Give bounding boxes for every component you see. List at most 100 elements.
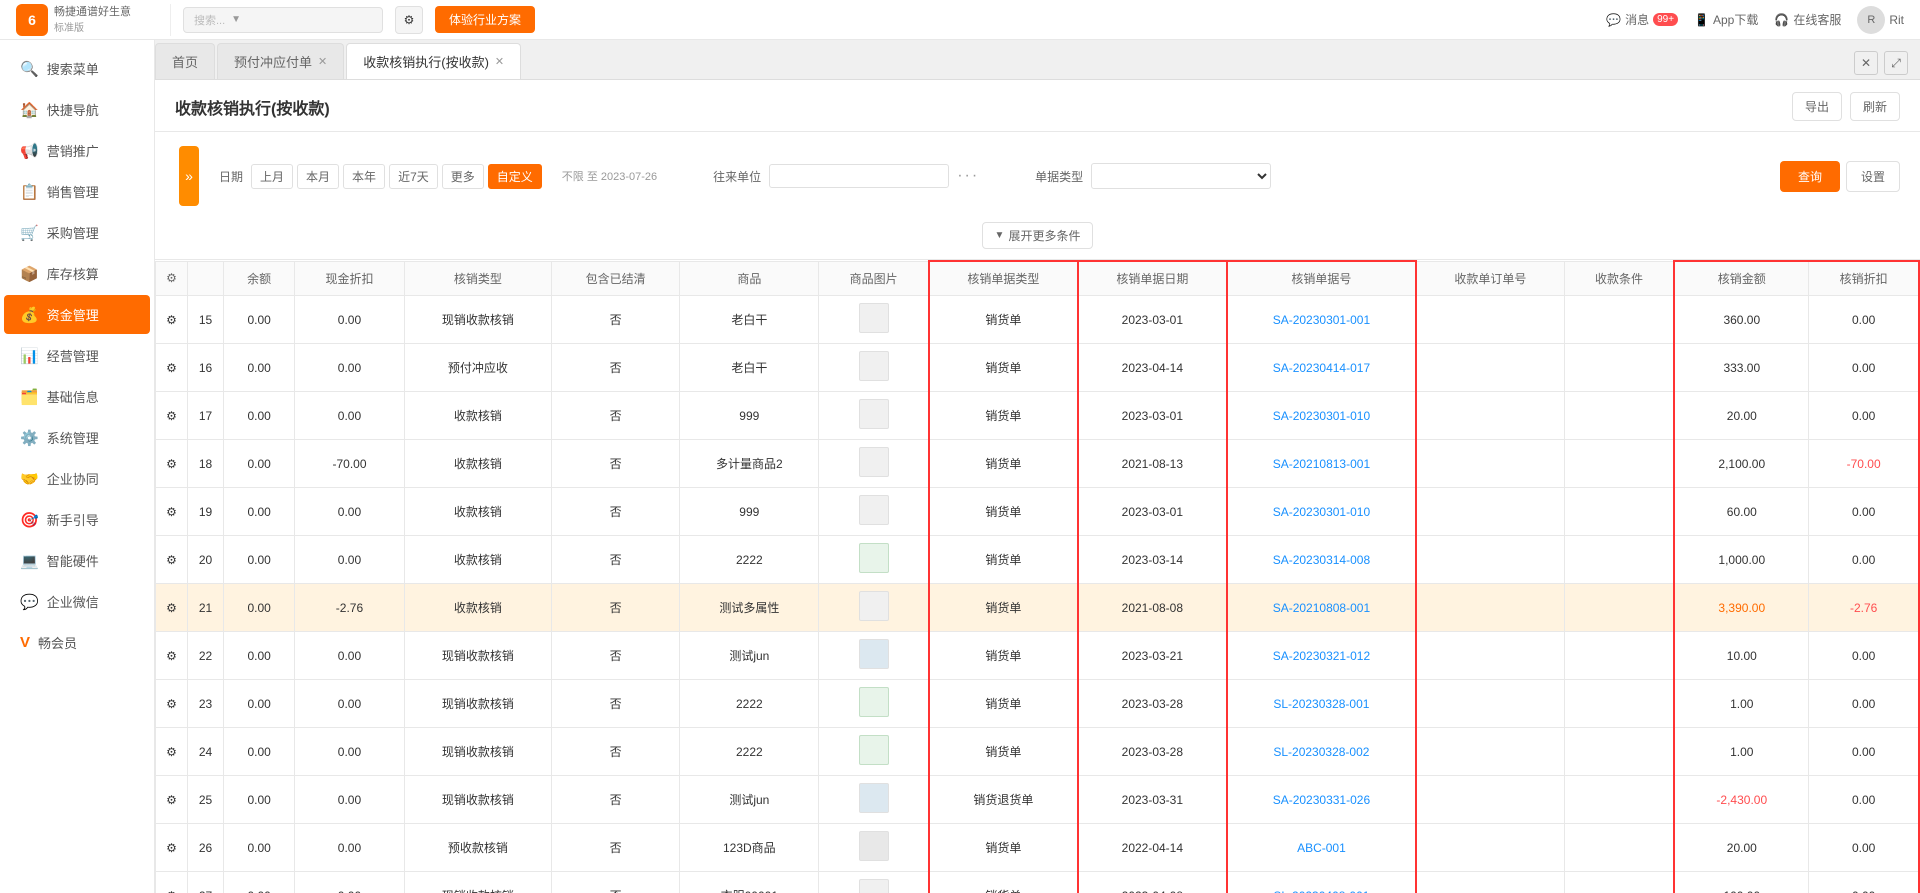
tab-prepay[interactable]: 预付冲应付单 ✕ (217, 43, 344, 79)
billtype-filter-group: 单据类型 (1035, 163, 1271, 189)
sidebar-item-mgmt[interactable]: 📊 经营管理 (4, 336, 150, 375)
nuclear-bill-link[interactable]: SA-20210808-001 (1273, 601, 1370, 615)
nuclear-bill-link[interactable]: SA-20210813-001 (1273, 457, 1370, 471)
gear-cell[interactable]: ⚙ (156, 680, 188, 728)
app-download-btn[interactable]: 📱 App下载 (1694, 11, 1758, 28)
nuclear-bill-link[interactable]: SA-20230321-012 (1273, 649, 1370, 663)
gear-cell[interactable]: ⚙ (156, 488, 188, 536)
export-button[interactable]: 导出 (1792, 92, 1842, 121)
sidebar-item-system[interactable]: ⚙️ 系统管理 (4, 418, 150, 457)
gear-cell[interactable]: ⚙ (156, 728, 188, 776)
gear-cell[interactable]: ⚙ (156, 392, 188, 440)
gear-cell[interactable]: ⚙ (156, 536, 188, 584)
user-area[interactable]: R Rit (1857, 6, 1904, 34)
balance-cell: 0.00 (224, 872, 295, 893)
query-button[interactable]: 查询 (1780, 161, 1840, 192)
expand-conditions-btn[interactable]: ▼ 展开更多条件 (982, 222, 1094, 249)
sidebar-item-cooperation[interactable]: 🤝 企业协同 (4, 459, 150, 498)
included-settled-cell: 否 (552, 344, 680, 392)
top-search-box[interactable]: 搜索... ▼ (183, 7, 383, 33)
trial-button[interactable]: 体验行业方案 (435, 6, 535, 33)
supplier-input[interactable] (769, 164, 949, 188)
product-cell: 123D商品 (680, 824, 819, 872)
sidebar-item-finance[interactable]: 💰 资金管理 (4, 295, 150, 334)
nuclear-discount-cell: 0.00 (1809, 824, 1919, 872)
nuclear-bill-link[interactable]: SA-20230314-008 (1273, 553, 1370, 567)
product-cell: 2222 (680, 536, 819, 584)
collapse-btn[interactable]: » (179, 146, 199, 206)
tab-expand-btn[interactable]: ⤢ (1884, 51, 1908, 75)
nuclear-type-cell: 现销收款核销 (404, 680, 551, 728)
sidebar-item-search[interactable]: 🔍 搜索菜单 (4, 49, 150, 88)
date-btn-more[interactable]: 更多 (442, 164, 484, 189)
gear-cell[interactable]: ⚙ (156, 824, 188, 872)
tab-prepay-close[interactable]: ✕ (318, 55, 327, 68)
sidebar-item-hardware[interactable]: 💻 智能硬件 (4, 541, 150, 580)
nuclear-amount-cell: 1,000.00 (1674, 536, 1808, 584)
nuclear-bill-link[interactable]: SA-20230301-010 (1273, 409, 1370, 423)
nuclear-bill-link[interactable]: SA-20230414-017 (1273, 361, 1370, 375)
online-service-btn[interactable]: 🎧 在线客服 (1774, 11, 1841, 28)
date-btn-prev-month[interactable]: 上月 (251, 164, 293, 189)
gear-cell[interactable]: ⚙ (156, 632, 188, 680)
nuclear-bill-no-cell: SA-20230314-008 (1227, 536, 1416, 584)
nuclear-amount-cell: 2,100.00 (1674, 440, 1808, 488)
gear-cell[interactable]: ⚙ (156, 344, 188, 392)
sidebar-item-guide[interactable]: 🎯 新手引导 (4, 500, 150, 539)
collection-condition-cell (1564, 824, 1674, 872)
filter-settings-button[interactable]: 设置 (1846, 161, 1900, 192)
gear-cell[interactable]: ⚙ (156, 296, 188, 344)
sidebar-item-marketing[interactable]: 📢 营销推广 (4, 131, 150, 170)
nuclear-bill-link[interactable]: SA-20230301-001 (1273, 313, 1370, 327)
nuclear-bill-link[interactable]: SL-20230328-002 (1273, 745, 1369, 759)
sidebar-label-cooperation: 企业协同 (47, 469, 99, 488)
tab-nuclear[interactable]: 收款核销执行(按收款) ✕ (346, 43, 521, 79)
nuclear-type-cell: 收款核销 (404, 536, 551, 584)
sidebar-item-sales[interactable]: 📋 销售管理 (4, 172, 150, 211)
logo-name: 畅捷通谱好生意 (54, 5, 131, 19)
tab-close-btn[interactable]: ✕ (1854, 51, 1878, 75)
cash-discount-cell: 0.00 (295, 488, 404, 536)
nuclear-bill-link[interactable]: ABC-001 (1297, 841, 1346, 855)
tab-home[interactable]: 首页 (155, 43, 215, 79)
gear-cell[interactable]: ⚙ (156, 440, 188, 488)
sidebar-item-wechat[interactable]: 💬 企业微信 (4, 582, 150, 621)
nuclear-bill-link[interactable]: SA-20230331-026 (1273, 793, 1370, 807)
date-btn-7days[interactable]: 近7天 (389, 164, 438, 189)
nuclear-bill-link[interactable]: SA-20230301-010 (1273, 505, 1370, 519)
sidebar-item-vip[interactable]: V 畅会员 (4, 623, 150, 662)
sidebar-item-nav[interactable]: 🏠 快捷导航 (4, 90, 150, 129)
gear-cell[interactable]: ⚙ (156, 776, 188, 824)
page-title: 收款核销执行(按收款) (175, 95, 330, 119)
nuclear-bill-no-cell: SA-20210813-001 (1227, 440, 1416, 488)
nuclear-bill-type-cell: 销货单 (929, 488, 1078, 536)
gear-cell[interactable]: ⚙ (156, 872, 188, 893)
date-btn-this-month[interactable]: 本月 (297, 164, 339, 189)
nuclear-type-cell: 现销收款核销 (404, 632, 551, 680)
billtype-select[interactable] (1091, 163, 1271, 189)
collection-condition-cell (1564, 776, 1674, 824)
refresh-button[interactable]: 刷新 (1850, 92, 1900, 121)
sidebar-item-basic[interactable]: 🗂️ 基础信息 (4, 377, 150, 416)
product-cell: 测试多属性 (680, 584, 819, 632)
date-btn-custom[interactable]: 自定义 (488, 164, 542, 189)
gear-cell[interactable]: ⚙ (156, 584, 188, 632)
nuclear-bill-link[interactable]: SL-20230408-001 (1273, 889, 1369, 893)
messages-btn[interactable]: 💬 消息 99+ (1606, 11, 1678, 28)
product-image-cell (819, 728, 929, 776)
tab-nuclear-close[interactable]: ✕ (495, 55, 504, 68)
chevron-down-icon: ▼ (231, 14, 241, 25)
supplier-label: 往来单位 (713, 168, 761, 185)
sidebar-item-inventory[interactable]: 📦 库存核算 (4, 254, 150, 293)
nuclear-bill-link[interactable]: SL-20230328-001 (1273, 697, 1369, 711)
nuclear-bill-date-cell: 2022-04-14 (1078, 824, 1227, 872)
seq-cell: 26 (188, 824, 224, 872)
seq-cell: 18 (188, 440, 224, 488)
date-btn-this-year[interactable]: 本年 (343, 164, 385, 189)
product-image-cell (819, 536, 929, 584)
included-settled-cell: 否 (552, 680, 680, 728)
included-settled-cell: 否 (552, 632, 680, 680)
sidebar-label-vip: 畅会员 (38, 633, 77, 652)
settings-icon-btn[interactable]: ⚙ (395, 6, 423, 34)
sidebar-item-purchase[interactable]: 🛒 采购管理 (4, 213, 150, 252)
